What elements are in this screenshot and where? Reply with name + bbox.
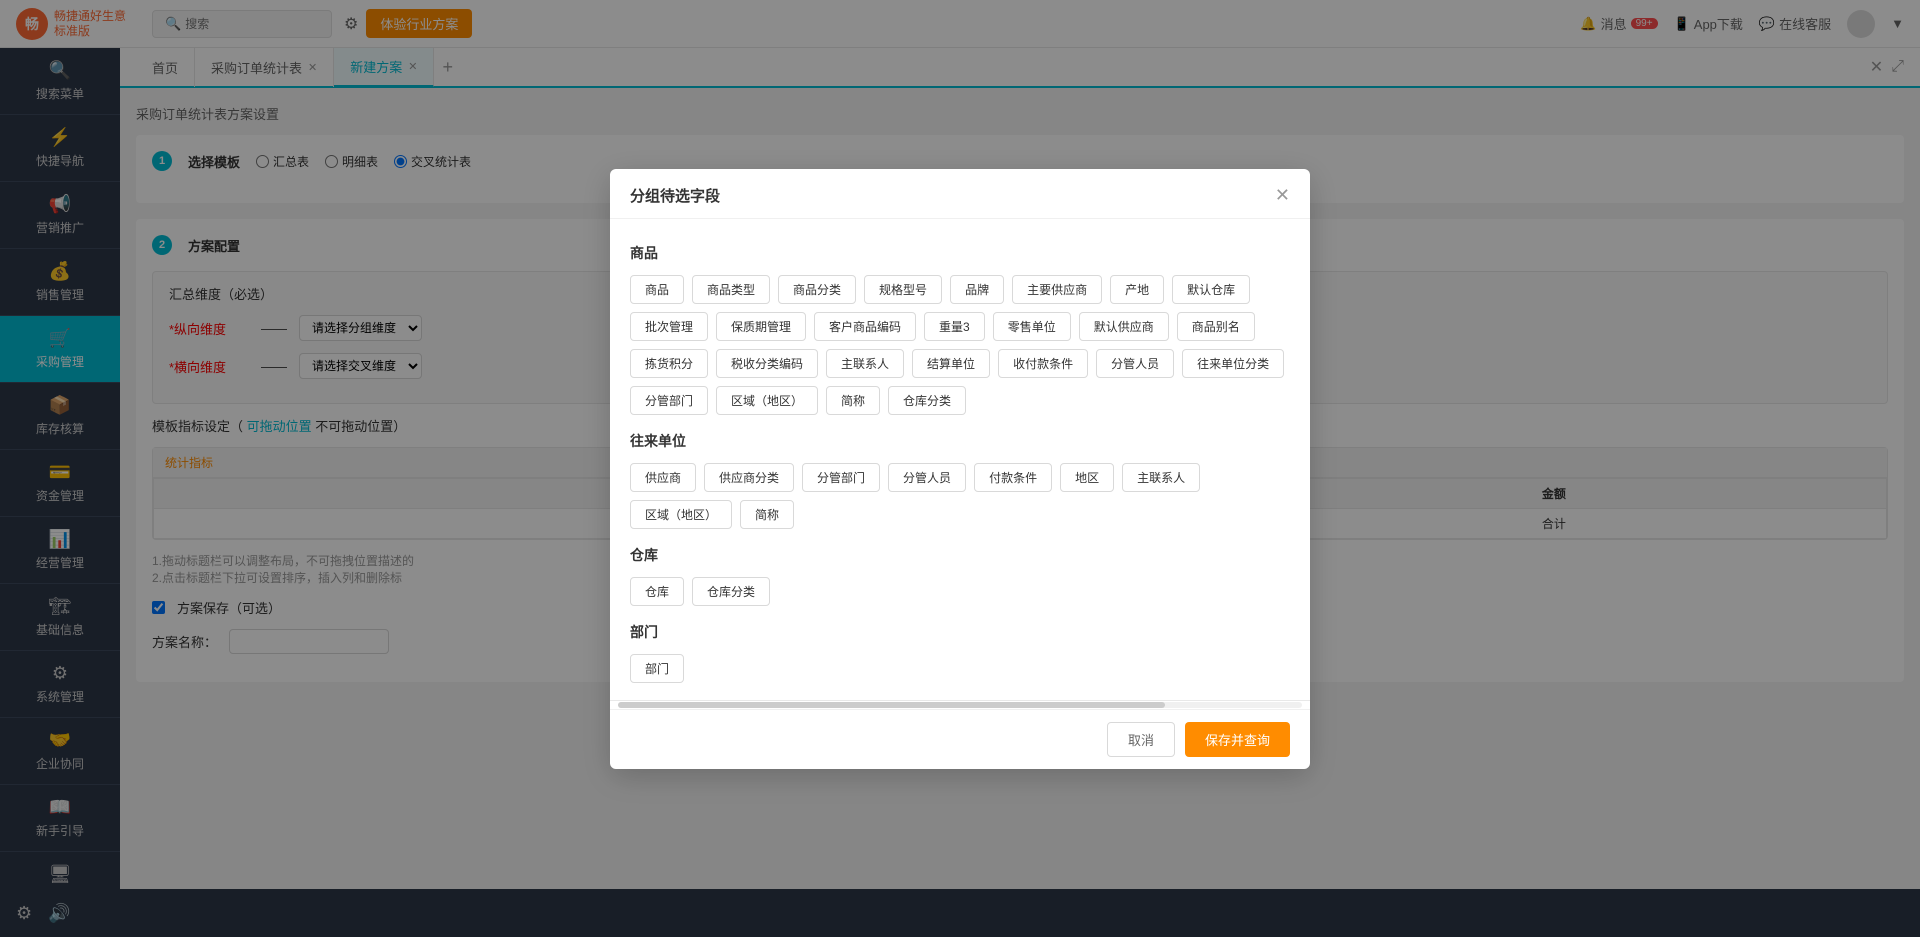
- modal: 分组待选字段 ✕ 商品 商品 商品类型 商品分类 规格型号 品牌 主要供应商 产…: [610, 169, 1310, 769]
- modal-footer: 取消 保存并查询: [610, 709, 1310, 769]
- field-tag-product-17[interactable]: 主联系人: [826, 349, 904, 378]
- field-tag-product-4[interactable]: 品牌: [950, 275, 1004, 304]
- section-title-dept: 部门: [630, 622, 1290, 642]
- field-tag-product-14[interactable]: 商品别名: [1177, 312, 1255, 341]
- field-tag-product-1[interactable]: 商品类型: [692, 275, 770, 304]
- field-tag-product-6[interactable]: 产地: [1110, 275, 1164, 304]
- modal-title: 分组待选字段: [630, 185, 720, 206]
- modal-overlay: 分组待选字段 ✕ 商品 商品 商品类型 商品分类 规格型号 品牌 主要供应商 产…: [0, 0, 1920, 937]
- field-tag-product-18[interactable]: 结算单位: [912, 349, 990, 378]
- field-tag-product-21[interactable]: 往来单位分类: [1182, 349, 1284, 378]
- field-tag-product-24[interactable]: 简称: [826, 386, 880, 415]
- field-tag-product-20[interactable]: 分管人员: [1096, 349, 1174, 378]
- field-tag-product-15[interactable]: 拣货积分: [630, 349, 708, 378]
- field-tag-product-13[interactable]: 默认供应商: [1079, 312, 1169, 341]
- field-tag-product-11[interactable]: 重量3: [924, 312, 985, 341]
- field-tag-product-16[interactable]: 税收分类编码: [716, 349, 818, 378]
- field-tag-warehouse-1[interactable]: 仓库分类: [692, 577, 770, 606]
- scrollbar-track: [618, 702, 1302, 708]
- modal-close-button[interactable]: ✕: [1275, 185, 1290, 206]
- section-title-product: 商品: [630, 243, 1290, 263]
- cancel-button[interactable]: 取消: [1107, 722, 1175, 757]
- field-tag-product-5[interactable]: 主要供应商: [1012, 275, 1102, 304]
- field-tag-partner-0[interactable]: 供应商: [630, 463, 696, 492]
- save-query-button[interactable]: 保存并查询: [1185, 722, 1290, 757]
- field-tag-product-3[interactable]: 规格型号: [864, 275, 942, 304]
- field-tag-product-19[interactable]: 收付款条件: [998, 349, 1088, 378]
- field-tag-product-9[interactable]: 保质期管理: [716, 312, 806, 341]
- field-tag-partner-5[interactable]: 地区: [1060, 463, 1114, 492]
- field-tag-product-0[interactable]: 商品: [630, 275, 684, 304]
- field-tags-partner: 供应商 供应商分类 分管部门 分管人员 付款条件 地区 主联系人 区域（地区） …: [630, 463, 1290, 529]
- field-tag-product-8[interactable]: 批次管理: [630, 312, 708, 341]
- modal-scrollbar-area: [610, 700, 1310, 709]
- field-tag-partner-2[interactable]: 分管部门: [802, 463, 880, 492]
- field-tag-product-22[interactable]: 分管部门: [630, 386, 708, 415]
- field-tag-partner-4[interactable]: 付款条件: [974, 463, 1052, 492]
- field-tags-warehouse: 仓库 仓库分类: [630, 577, 1290, 606]
- field-tag-product-10[interactable]: 客户商品编码: [814, 312, 916, 341]
- field-tag-dept-0[interactable]: 部门: [630, 654, 684, 683]
- field-tag-partner-8[interactable]: 简称: [740, 500, 794, 529]
- field-tag-product-7[interactable]: 默认仓库: [1172, 275, 1250, 304]
- field-tag-partner-1[interactable]: 供应商分类: [704, 463, 794, 492]
- field-tags-dept: 部门: [630, 654, 1290, 683]
- section-title-warehouse: 仓库: [630, 545, 1290, 565]
- field-tag-warehouse-0[interactable]: 仓库: [630, 577, 684, 606]
- field-tag-product-12[interactable]: 零售单位: [993, 312, 1071, 341]
- modal-header: 分组待选字段 ✕: [610, 169, 1310, 219]
- section-title-partner: 往来单位: [630, 431, 1290, 451]
- scrollbar-thumb[interactable]: [618, 702, 1165, 708]
- field-tag-partner-6[interactable]: 主联系人: [1122, 463, 1200, 492]
- modal-body: 商品 商品 商品类型 商品分类 规格型号 品牌 主要供应商 产地 默认仓库 批次…: [610, 219, 1310, 700]
- field-tag-partner-7[interactable]: 区域（地区）: [630, 500, 732, 529]
- field-tag-product-2[interactable]: 商品分类: [778, 275, 856, 304]
- field-tag-product-25[interactable]: 仓库分类: [888, 386, 966, 415]
- field-tag-product-23[interactable]: 区域（地区）: [716, 386, 818, 415]
- field-tag-partner-3[interactable]: 分管人员: [888, 463, 966, 492]
- field-tags-product: 商品 商品类型 商品分类 规格型号 品牌 主要供应商 产地 默认仓库 批次管理 …: [630, 275, 1290, 415]
